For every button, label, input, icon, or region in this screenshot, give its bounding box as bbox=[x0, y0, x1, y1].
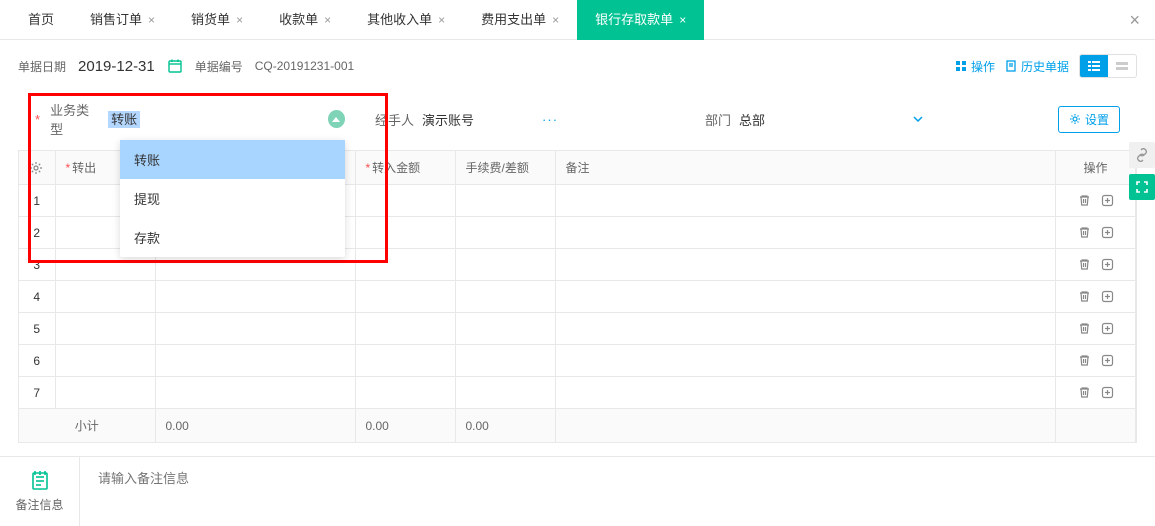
handler-label: 经手人 bbox=[375, 110, 414, 129]
close-icon[interactable]: × bbox=[438, 0, 445, 40]
tab-bar: 首页 销售订单× 销货单× 收款单× 其他收入单× 费用支出单× 银行存取款单×… bbox=[0, 0, 1155, 40]
close-icon[interactable]: × bbox=[552, 0, 559, 40]
date-label: 单据日期 bbox=[18, 58, 66, 75]
add-row-icon[interactable] bbox=[1101, 258, 1114, 271]
view-toggle bbox=[1079, 54, 1137, 78]
add-row-icon[interactable] bbox=[1101, 386, 1114, 399]
table-row[interactable]: 4 bbox=[19, 281, 1136, 313]
date-value[interactable]: 2019-12-31 bbox=[78, 58, 155, 75]
close-icon[interactable]: × bbox=[679, 0, 686, 40]
subtotal-label: 小计 bbox=[19, 409, 155, 443]
doc-no-label: 单据编号 bbox=[195, 58, 243, 75]
row-index: 4 bbox=[19, 281, 55, 313]
biz-type-field: * 业务类型 转账 bbox=[35, 100, 345, 138]
close-icon[interactable]: × bbox=[324, 0, 331, 40]
calendar-icon[interactable] bbox=[167, 58, 183, 74]
col-remark: 备注 bbox=[555, 151, 1056, 185]
handler-field: 经手人 演示账号 ··· bbox=[375, 110, 675, 129]
dept-label: 部门 bbox=[705, 110, 731, 129]
delete-row-icon[interactable] bbox=[1078, 258, 1091, 271]
row-index: 7 bbox=[19, 377, 55, 409]
dropdown-option-deposit[interactable]: 存款 bbox=[120, 218, 345, 257]
view-card-button[interactable] bbox=[1108, 55, 1136, 77]
add-row-icon[interactable] bbox=[1101, 322, 1114, 335]
expand-icon[interactable] bbox=[1129, 174, 1155, 200]
close-all-icon[interactable]: × bbox=[1129, 10, 1140, 31]
operations-link[interactable]: 操作 bbox=[955, 58, 995, 75]
dropdown-option-withdraw[interactable]: 提现 bbox=[120, 179, 345, 218]
gear-column-header[interactable] bbox=[19, 151, 55, 185]
ellipsis-icon[interactable]: ··· bbox=[542, 112, 558, 127]
delete-row-icon[interactable] bbox=[1078, 226, 1091, 239]
row-index: 2 bbox=[19, 217, 55, 249]
doc-no-value: CQ-20191231-001 bbox=[255, 59, 354, 73]
dept-value[interactable]: 总部 bbox=[739, 110, 765, 129]
delete-row-icon[interactable] bbox=[1078, 386, 1091, 399]
link-icon[interactable] bbox=[1129, 142, 1155, 168]
subtotal-out: 0.00 bbox=[155, 409, 355, 443]
dept-field: 部门 总部 bbox=[705, 110, 985, 129]
tab-bank-transfer[interactable]: 银行存取款单× bbox=[577, 0, 704, 40]
footer-notes: 备注信息 bbox=[0, 456, 1155, 526]
delete-row-icon[interactable] bbox=[1078, 354, 1091, 367]
tab-sales-order[interactable]: 销售订单× bbox=[72, 0, 173, 40]
add-row-icon[interactable] bbox=[1101, 290, 1114, 303]
tab-receipt[interactable]: 收款单× bbox=[261, 0, 349, 40]
tab-expense[interactable]: 费用支出单× bbox=[463, 0, 577, 40]
biz-type-label: 业务类型 bbox=[50, 100, 100, 138]
table-row[interactable]: 5 bbox=[19, 313, 1136, 345]
doc-header: 单据日期 2019-12-31 单据编号 CQ-20191231-001 操作 … bbox=[0, 40, 1155, 92]
history-link[interactable]: 历史单据 bbox=[1005, 58, 1069, 75]
close-icon[interactable]: × bbox=[236, 0, 243, 40]
view-list-button[interactable] bbox=[1080, 55, 1108, 77]
tab-delivery[interactable]: 销货单× bbox=[173, 0, 261, 40]
row-index: 6 bbox=[19, 345, 55, 377]
subtotal-row: 小计 0.00 0.00 0.00 bbox=[19, 409, 1136, 443]
dropdown-option-transfer[interactable]: 转账 bbox=[120, 140, 345, 179]
biz-type-select[interactable]: 转账 bbox=[108, 105, 320, 133]
col-fee: 手续费/差额 bbox=[455, 151, 555, 185]
delete-row-icon[interactable] bbox=[1078, 290, 1091, 303]
row-index: 5 bbox=[19, 313, 55, 345]
tab-home[interactable]: 首页 bbox=[10, 0, 72, 40]
chevron-down-icon[interactable] bbox=[913, 116, 923, 122]
add-row-icon[interactable] bbox=[1101, 354, 1114, 367]
settings-button[interactable]: 设置 bbox=[1058, 106, 1120, 133]
col-ops: 操作 bbox=[1056, 151, 1136, 185]
handler-value[interactable]: 演示账号 bbox=[422, 110, 474, 129]
close-icon[interactable]: × bbox=[148, 0, 155, 40]
row-index: 1 bbox=[19, 185, 55, 217]
col-in-amount: *转入金额 bbox=[355, 151, 455, 185]
subtotal-fee: 0.00 bbox=[455, 409, 555, 443]
delete-row-icon[interactable] bbox=[1078, 322, 1091, 335]
chevron-up-icon[interactable] bbox=[328, 110, 345, 128]
biz-type-dropdown: 转账 提现 存款 bbox=[120, 140, 345, 257]
row-index: 3 bbox=[19, 249, 55, 281]
add-row-icon[interactable] bbox=[1101, 226, 1114, 239]
tab-other-income[interactable]: 其他收入单× bbox=[349, 0, 463, 40]
notes-input[interactable] bbox=[98, 471, 1137, 486]
notes-tab[interactable]: 备注信息 bbox=[0, 457, 80, 526]
table-row[interactable]: 7 bbox=[19, 377, 1136, 409]
table-row[interactable]: 6 bbox=[19, 345, 1136, 377]
float-toolbar bbox=[1129, 142, 1155, 200]
add-row-icon[interactable] bbox=[1101, 194, 1114, 207]
notes-icon bbox=[29, 470, 51, 492]
subtotal-in: 0.00 bbox=[355, 409, 455, 443]
delete-row-icon[interactable] bbox=[1078, 194, 1091, 207]
